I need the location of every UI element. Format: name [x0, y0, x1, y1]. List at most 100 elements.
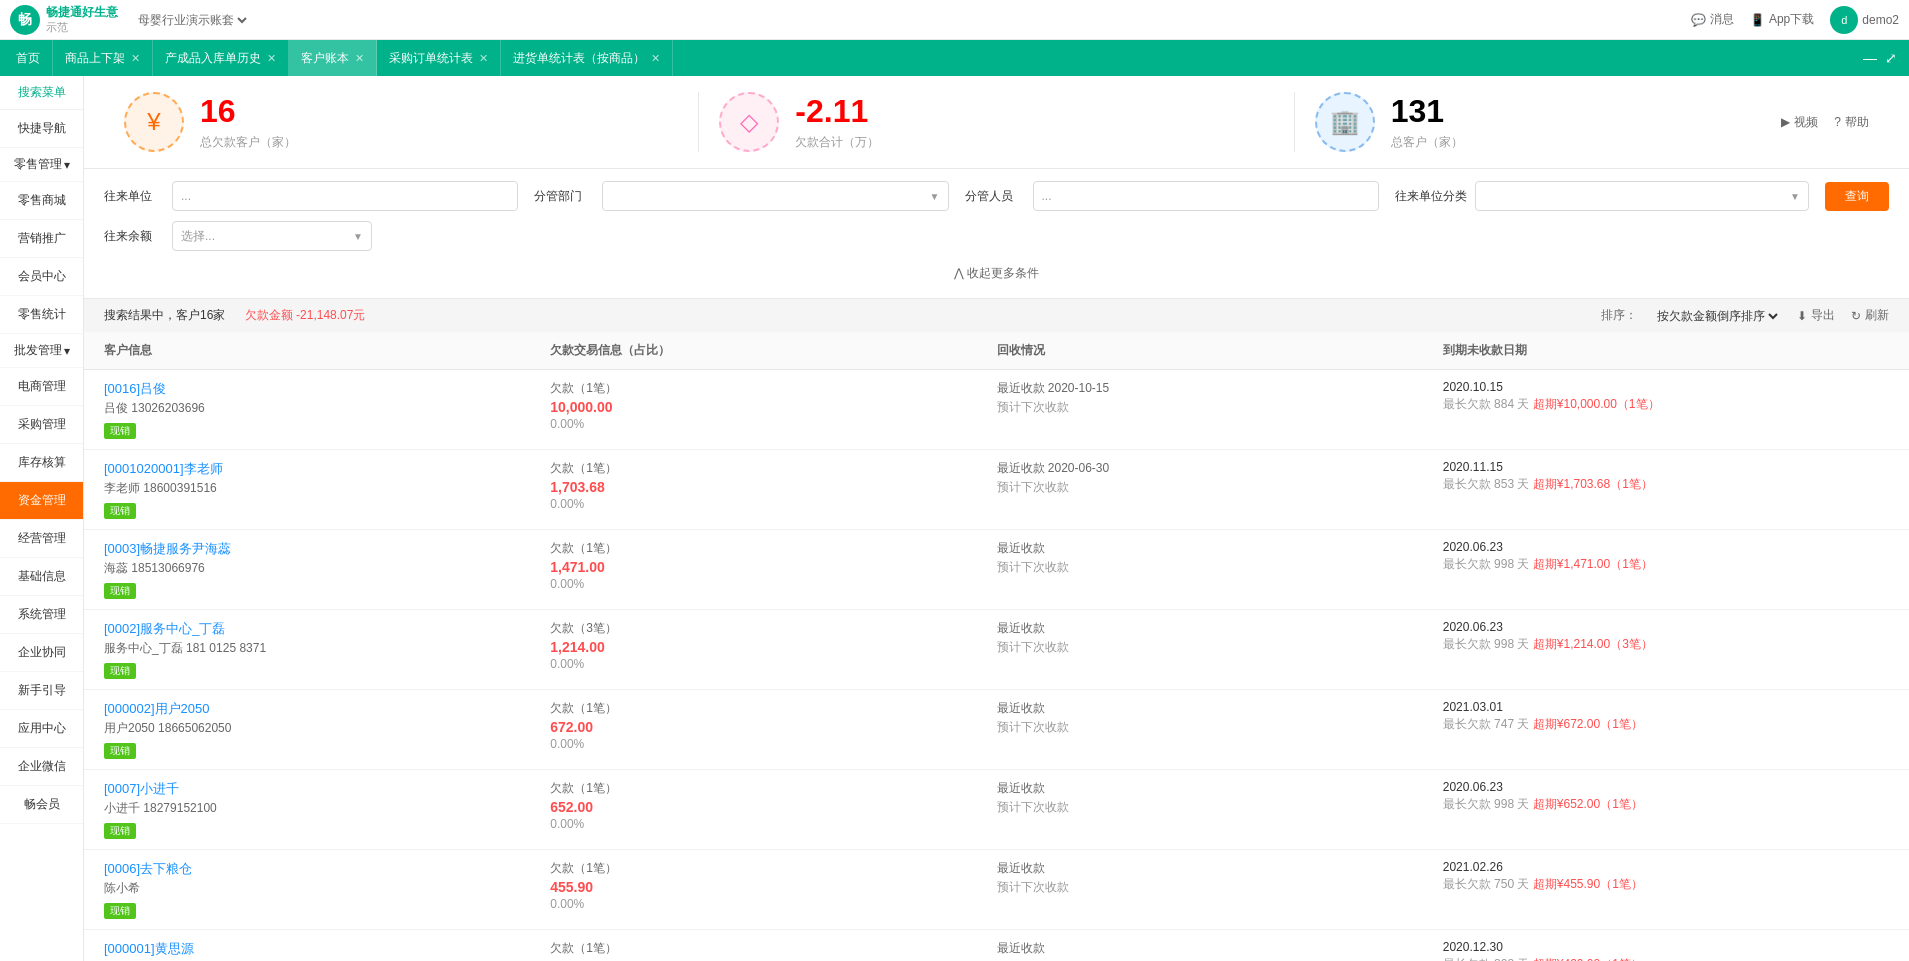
sidebar-item-quick-nav[interactable]: 快捷导航: [0, 110, 83, 148]
overdue-link[interactable]: 超期¥455.90（1笔）: [1533, 877, 1643, 891]
customer-link[interactable]: [0001020001]李老师: [104, 461, 223, 476]
sidebar-item-basic-info[interactable]: 基础信息: [0, 558, 83, 596]
nav-maximize[interactable]: ⤢: [1885, 50, 1897, 66]
tab-purchase-order[interactable]: 采购订单统计表 ✕: [377, 40, 501, 76]
data-table: 客户信息 欠款交易信息（占比） 回收情况 到期未收款日期 [0016]吕俊 吕俊…: [84, 332, 1909, 961]
customer-tag: 现销: [104, 823, 136, 839]
overdue-link[interactable]: 超期¥652.00（1笔）: [1533, 797, 1643, 811]
logo-char: 畅: [18, 11, 32, 29]
message-btn[interactable]: 💬 消息: [1691, 11, 1734, 28]
close-products-off[interactable]: ✕: [131, 52, 140, 65]
tab-home[interactable]: 首页: [4, 40, 53, 76]
unit-category-input[interactable]: ▼: [1475, 181, 1809, 211]
customer-link[interactable]: [000001]黄思源: [104, 941, 194, 956]
help-icon: ?: [1834, 115, 1841, 129]
from-unit-input[interactable]: ...: [172, 181, 518, 211]
sidebar-search[interactable]: 搜索菜单: [0, 76, 83, 110]
avatar: d: [1830, 6, 1858, 34]
tab-production-history[interactable]: 产成品入库单历史 ✕: [153, 40, 289, 76]
sidebar-item-batch-mgmt[interactable]: 批发管理 ▾: [0, 334, 83, 368]
sidebar-item-retail-mgmt[interactable]: 零售管理 ▾: [0, 148, 83, 182]
customer-contact: 服务中心_丁磊 181 0125 8371: [104, 640, 550, 657]
top-bar: 畅 畅捷通好生意 示范 母婴行业演示账套 💬 消息 📱 App下载 d demo…: [0, 0, 1909, 40]
person-input[interactable]: ...: [1033, 181, 1379, 211]
customer-contact: 李老师 18600391516: [104, 480, 550, 497]
overdue-link[interactable]: 超期¥1,471.00（1笔）: [1533, 557, 1653, 571]
nav-minimize[interactable]: —: [1863, 50, 1877, 66]
customer-contact: 用户2050 18665062050: [104, 720, 550, 737]
export-btn[interactable]: ⬇ 导出: [1797, 307, 1835, 324]
sort-label: 排序：: [1601, 307, 1637, 324]
overdue-link[interactable]: 超期¥672.00（1笔）: [1533, 717, 1643, 731]
sidebar-item-operations[interactable]: 经营管理: [0, 520, 83, 558]
sidebar-item-member-plus[interactable]: 畅会员: [0, 786, 83, 824]
customer-link[interactable]: [0003]畅捷服务尹海蕊: [104, 541, 231, 556]
search-button[interactable]: 查询: [1825, 182, 1889, 211]
sort-select[interactable]: 按欠款金额倒序排序: [1653, 308, 1781, 324]
customer-contact: 小进千 18279152100: [104, 800, 550, 817]
overdue-link[interactable]: 超期¥429.00（1笔）: [1533, 957, 1643, 961]
sidebar-item-finance[interactable]: 资金管理: [0, 482, 83, 520]
sidebar-item-purchase-mgmt[interactable]: 采购管理: [0, 406, 83, 444]
tab-products-off[interactable]: 商品上下架 ✕: [53, 40, 153, 76]
sidebar-item-retail-stats[interactable]: 零售统计: [0, 296, 83, 334]
overdue-link[interactable]: 超期¥1,703.68（1笔）: [1533, 477, 1653, 491]
refresh-btn[interactable]: ↻ 刷新: [1851, 307, 1889, 324]
from-unit-label: 往来单位: [104, 188, 164, 205]
customer-link[interactable]: [0006]去下粮仓: [104, 861, 192, 876]
user-menu[interactable]: d demo2: [1830, 6, 1899, 34]
close-production-history[interactable]: ✕: [267, 52, 276, 65]
col-due-date: 到期未收款日期: [1443, 342, 1889, 359]
sidebar-item-app-center[interactable]: 应用中心: [0, 710, 83, 748]
customer-link[interactable]: [0007]小进千: [104, 781, 179, 796]
overdue-link[interactable]: 超期¥1,214.00（3笔）: [1533, 637, 1653, 651]
app-download-btn[interactable]: 📱 App下载: [1750, 11, 1814, 28]
remain-input[interactable]: 选择... ▼: [172, 221, 372, 251]
customer-tag: 现销: [104, 663, 136, 679]
stat-card-debt-total: ◇ -2.11 欠款合计（万）: [699, 92, 1294, 152]
sidebar-item-wechat[interactable]: 企业微信: [0, 748, 83, 786]
close-stock-statistics[interactable]: ✕: [651, 52, 660, 65]
customer-contact: 海蕊 18513066976: [104, 560, 550, 577]
video-link[interactable]: ▶视频: [1781, 114, 1818, 131]
customer-link[interactable]: [0002]服务中心_丁磊: [104, 621, 225, 636]
chevron-down-icon: ▾: [64, 158, 70, 172]
col-customer-info: 客户信息: [104, 342, 550, 359]
sidebar: 搜索菜单 快捷导航 零售管理 ▾ 零售商城 营销推广 会员中心 零售统计 批发管…: [0, 76, 84, 961]
tab-stock-statistics[interactable]: 进货单统计表（按商品） ✕: [501, 40, 673, 76]
close-purchase-order[interactable]: ✕: [479, 52, 488, 65]
company-select[interactable]: 母婴行业演示账套: [134, 12, 250, 28]
main-content: ¥ 16 总欠款客户（家） ◇ -2.11 欠款合计（万） 🏢 131: [84, 76, 1909, 961]
stats-row: ¥ 16 总欠款客户（家） ◇ -2.11 欠款合计（万） 🏢 131: [84, 76, 1909, 169]
customer-link[interactable]: [000002]用户2050: [104, 701, 210, 716]
sidebar-item-retail-shop[interactable]: 零售商城: [0, 182, 83, 220]
stat-label-total-customers: 总客户（家）: [1391, 134, 1463, 151]
customer-tag: 现销: [104, 503, 136, 519]
sidebar-item-marketing[interactable]: 营销推广: [0, 220, 83, 258]
debt-amount: 455.90: [550, 879, 996, 895]
sidebar-item-inventory[interactable]: 库存核算: [0, 444, 83, 482]
filter-from-unit: 往来单位 ...: [104, 181, 518, 211]
dept-input[interactable]: ▼: [602, 181, 948, 211]
debt-amount: 10,000.00: [550, 399, 996, 415]
collapse-filters-btn[interactable]: ⋀ 收起更多条件: [104, 261, 1889, 286]
table-row: [0002]服务中心_丁磊 服务中心_丁磊 181 0125 8371 现销 欠…: [84, 610, 1909, 690]
customer-tag: 现销: [104, 903, 136, 919]
dept-arrow-icon: ▼: [930, 191, 940, 202]
help-link[interactable]: ?帮助: [1834, 114, 1869, 131]
filter-remain: 往来余额 选择... ▼: [104, 221, 1889, 251]
close-customer-account[interactable]: ✕: [355, 52, 364, 65]
result-info: 搜索结果中，客户16家 欠款金额 -21,148.07元 排序： 按欠款金额倒序…: [84, 299, 1909, 332]
sidebar-item-newbie[interactable]: 新手引导: [0, 672, 83, 710]
sidebar-item-system[interactable]: 系统管理: [0, 596, 83, 634]
unit-category-label: 往来单位分类: [1395, 188, 1467, 205]
stat-label-debt-total: 欠款合计（万）: [795, 134, 879, 151]
customer-link[interactable]: [0016]吕俊: [104, 381, 166, 396]
sidebar-item-ecommerce[interactable]: 电商管理: [0, 368, 83, 406]
sidebar-item-enterprise[interactable]: 企业协同: [0, 634, 83, 672]
table-row: [0001020001]李老师 李老师 18600391516 现销 欠款（1笔…: [84, 450, 1909, 530]
sidebar-item-member[interactable]: 会员中心: [0, 258, 83, 296]
tab-customer-account[interactable]: 客户账本 ✕: [289, 40, 377, 76]
overdue-link[interactable]: 超期¥10,000.00（1笔）: [1533, 397, 1660, 411]
debt-amount: 1,703.68: [550, 479, 996, 495]
